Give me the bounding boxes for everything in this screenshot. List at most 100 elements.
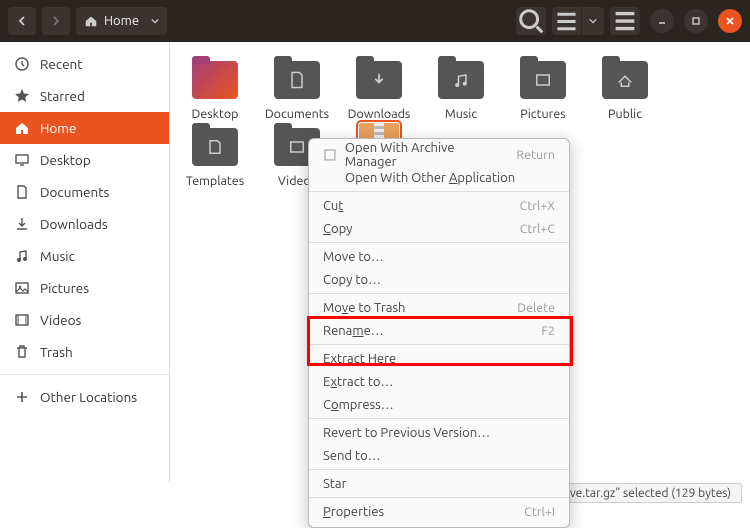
file-label: Pictures [517,106,568,123]
ctx-star[interactable]: Star [309,472,569,495]
sidebar-item-downloads[interactable]: Downloads [0,208,169,240]
sidebar-item-label: Videos [40,312,81,328]
sidebar-item-label: Music [40,248,75,264]
videos-icon [14,312,30,328]
titlebar: Home [0,0,750,42]
ctx-separator [309,418,569,419]
ctx-label: Compress… [323,398,394,412]
path-label: Home [104,14,139,28]
folder-icon [520,61,566,99]
folder-downloads[interactable]: Downloads [338,56,420,123]
ctx-properties[interactable]: Properties Ctrl+I [309,500,569,523]
path-bar[interactable]: Home [76,7,167,35]
folder-templates[interactable]: Templates [174,123,256,190]
sidebar-separator [0,374,169,375]
ctx-cut[interactable]: CutCtrl+X [309,194,569,217]
folder-public[interactable]: Public [584,56,666,123]
ctx-open-other-app[interactable]: Open With Other Application [309,166,569,189]
ctx-label: Extract Here [323,352,396,366]
plus-icon [14,389,30,405]
ctx-label: Move to Trash [323,301,405,315]
ctx-label: Revert to Previous Version… [323,426,490,440]
folder-icon [192,61,238,99]
sidebar-item-label: Home [40,120,76,136]
ctx-label: Open With Archive Manager [345,141,508,169]
ctx-extract-here[interactable]: Extract Here [309,347,569,370]
ctx-label: Open With Other Application [345,171,515,185]
sidebar-item-label: Recent [40,56,83,72]
ctx-move-to[interactable]: Move to… [309,245,569,268]
downloads-icon [14,216,30,232]
star-icon [14,88,30,104]
ctx-revert[interactable]: Revert to Previous Version… [309,421,569,444]
hamburger-menu-button[interactable] [610,7,640,35]
file-label: Documents [262,106,332,123]
folder-icon [438,61,484,99]
folder-documents[interactable]: Documents [256,56,338,123]
list-view-button[interactable] [552,7,582,35]
sidebar-item-label: Downloads [40,216,108,232]
ctx-label: Copy [323,222,352,236]
ctx-send-to[interactable]: Send to… [309,444,569,467]
ctx-move-trash[interactable]: Move to TrashDelete [309,296,569,319]
sidebar-item-trash[interactable]: Trash [0,336,169,368]
folder-icon [192,128,238,166]
documents-icon [14,184,30,200]
sidebar-item-label: Desktop [40,152,91,168]
file-label: Public [605,106,645,123]
search-button[interactable] [516,7,546,35]
sidebar: Recent Starred Home Desktop Documents Do… [0,42,170,483]
folder-icon [356,61,402,99]
view-mode-group [552,7,604,35]
folder-desktop[interactable]: Desktop [174,56,256,123]
pictures-icon [14,280,30,296]
ctx-extract-to[interactable]: Extract to… [309,370,569,393]
trash-icon [14,344,30,360]
ctx-compress[interactable]: Compress… [309,393,569,416]
archive-icon [323,148,337,162]
sidebar-item-videos[interactable]: Videos [0,304,169,336]
ctx-shortcut: Return [516,148,555,162]
sidebar-item-recent[interactable]: Recent [0,48,169,80]
sidebar-item-home[interactable]: Home [0,112,169,144]
sidebar-item-other-locations[interactable]: Other Locations [0,381,169,413]
ctx-shortcut: Ctrl+I [524,505,555,519]
ctx-copy[interactable]: CopyCtrl+C [309,217,569,240]
sidebar-item-documents[interactable]: Documents [0,176,169,208]
ctx-separator [309,191,569,192]
maximize-button[interactable] [684,9,708,33]
minimize-button[interactable] [650,9,674,33]
view-dropdown-button[interactable] [582,7,604,35]
folder-icon [602,61,648,99]
ctx-label: Rename… [323,324,384,338]
ctx-rename[interactable]: Rename… F2 [309,319,569,342]
ctx-label: Extract to… [323,375,393,389]
ctx-separator [309,242,569,243]
sidebar-item-label: Other Locations [40,389,137,405]
sidebar-item-pictures[interactable]: Pictures [0,272,169,304]
ctx-separator [309,497,569,498]
folder-pictures[interactable]: Pictures [502,56,584,123]
close-button[interactable] [718,9,742,33]
sidebar-item-desktop[interactable]: Desktop [0,144,169,176]
nav-forward-button[interactable] [42,7,70,35]
home-icon [84,14,98,28]
clock-icon [14,56,30,72]
sidebar-item-music[interactable]: Music [0,240,169,272]
home-icon [14,120,30,136]
sidebar-item-label: Trash [40,344,73,360]
ctx-label: Move to… [323,250,384,264]
sidebar-item-label: Starred [40,88,85,104]
ctx-shortcut: Ctrl+X [520,199,555,213]
nav-back-button[interactable] [8,7,36,35]
music-icon [14,248,30,264]
sidebar-item-starred[interactable]: Starred [0,80,169,112]
ctx-copy-to[interactable]: Copy to… [309,268,569,291]
ctx-shortcut: F2 [541,324,555,338]
ctx-label: Properties [323,505,384,519]
ctx-open-archive-manager[interactable]: Open With Archive Manager Return [309,143,569,166]
folder-music[interactable]: Music [420,56,502,123]
ctx-separator [309,469,569,470]
desktop-icon [14,152,30,168]
file-label: Music [442,106,480,123]
